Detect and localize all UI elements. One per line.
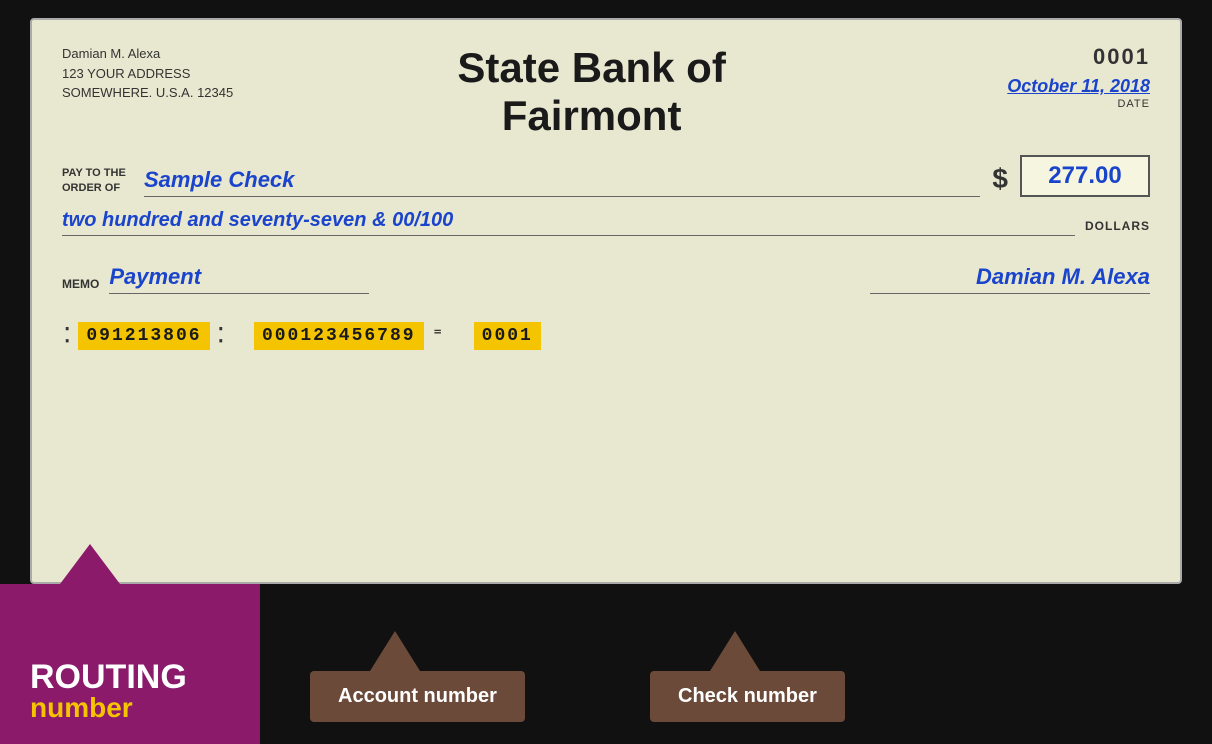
memo-line: Payment: [109, 264, 369, 294]
date-section: October 11, 2018 DATE: [950, 76, 1150, 110]
routing-block: ROUTING number: [0, 584, 260, 744]
routing-label-bottom: number: [30, 694, 260, 722]
bottom-bar: ROUTING number Account number Check numb…: [0, 584, 1212, 744]
dollar-sign: $: [992, 163, 1008, 197]
memo-section: MEMO Payment: [62, 264, 850, 294]
dollars-label: DOLLARS: [1085, 219, 1150, 236]
check-top-row: Damian M. Alexa 123 YOUR ADDRESS SOMEWHE…: [62, 44, 1150, 141]
written-amount: two hundred and seventy-seven & 00/100: [62, 209, 453, 231]
amount-value: 277.00: [1048, 162, 1121, 189]
written-amount-line: two hundred and seventy-seven & 00/100: [62, 209, 1075, 236]
micr-close1: ⁚: [216, 323, 226, 349]
date-label: DATE: [1117, 98, 1150, 110]
micr-space: [232, 324, 248, 347]
micr-space2: [452, 324, 468, 347]
memo-value: Payment: [109, 264, 201, 289]
payee-line: Sample Check: [144, 167, 980, 197]
address-city: SOMEWHERE. U.S.A. 12345: [62, 83, 233, 103]
check-number-label: Check number: [650, 671, 845, 722]
payee-name: Sample Check: [144, 167, 294, 192]
signature-line: Damian M. Alexa: [870, 264, 1150, 294]
written-amount-row: two hundred and seventy-seven & 00/100 D…: [62, 209, 1150, 236]
pay-to-row: PAY TO THE ORDER OF Sample Check $ 277.0…: [62, 155, 1150, 197]
account-number-label: Account number: [310, 671, 525, 722]
check-number-block: Check number: [650, 671, 845, 722]
check-top-right: 0001 October 11, 2018 DATE: [950, 44, 1150, 110]
check-address: Damian M. Alexa 123 YOUR ADDRESS SOMEWHE…: [62, 44, 233, 103]
address-name: Damian M. Alexa: [62, 44, 233, 64]
micr-check-number: 0001: [474, 322, 541, 350]
memo-label: MEMO: [62, 277, 99, 294]
memo-sig-row: MEMO Payment Damian M. Alexa: [62, 264, 1150, 294]
micr-account: 000123456789: [254, 322, 424, 350]
check-body: Damian M. Alexa 123 YOUR ADDRESS SOMEWHE…: [30, 18, 1182, 584]
account-number-block: Account number: [310, 671, 525, 722]
micr-open1: ⁚: [62, 323, 72, 349]
signature-value: Damian M. Alexa: [976, 264, 1150, 289]
routing-label-top: ROUTING: [30, 660, 260, 694]
amount-box: 277.00: [1020, 155, 1150, 197]
bank-name: State Bank of Fairmont: [233, 44, 950, 141]
pay-label: PAY TO THE ORDER OF: [62, 166, 132, 197]
micr-sep: ⁼: [430, 323, 446, 349]
check-number-display: 0001: [950, 44, 1150, 70]
date-value: October 11, 2018: [1007, 76, 1150, 97]
micr-routing: 091213806: [78, 322, 209, 350]
micr-row: ⁚ 091213806 ⁚ 000123456789 ⁼ 0001: [62, 322, 1150, 350]
address-street: 123 YOUR ADDRESS: [62, 64, 233, 84]
